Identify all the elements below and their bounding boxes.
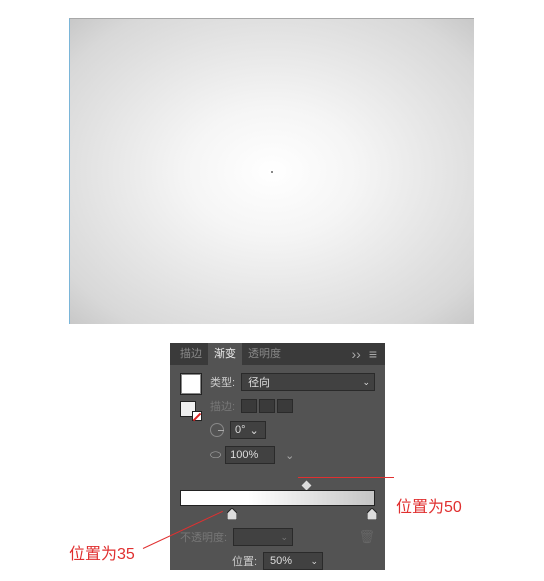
type-select[interactable]: 径向⌄ (241, 373, 375, 391)
chevron-down-icon: ⌄ (281, 532, 289, 543)
fill-stroke-swatch[interactable] (180, 401, 202, 421)
chevron-down-icon[interactable]: ⌄ (281, 449, 298, 462)
aspect-ratio-icon: ⬭ (210, 447, 219, 463)
annotation-line-right (298, 477, 394, 478)
tab-stroke[interactable]: 描边 (174, 343, 208, 365)
opacity-label: 不透明度: (180, 529, 227, 545)
gradient-panel: 描边 渐变 透明度 ›› ≡ 类型: 径向⌄ 描边: (170, 343, 385, 570)
chevron-down-icon: ⌄ (362, 377, 370, 388)
stroke-option-2[interactable] (259, 399, 275, 413)
trash-icon[interactable]: 🗑 (358, 529, 375, 545)
gradient-stop-left[interactable] (227, 508, 237, 520)
annotation-right: 位置为50 (396, 493, 462, 517)
chevron-down-icon: ⌄ (250, 424, 263, 437)
annotation-left: 位置为35 (69, 540, 135, 564)
opacity-input[interactable]: ⌄ (233, 528, 293, 546)
position-label: 位置: (232, 553, 257, 569)
type-label: 类型: (210, 374, 235, 390)
tab-transparency[interactable]: 透明度 (242, 343, 287, 365)
position-input[interactable]: 50%⌄ (263, 552, 323, 570)
aspect-input[interactable]: 100% (225, 446, 275, 464)
stroke-option-3[interactable] (277, 399, 293, 413)
tab-gradient[interactable]: 渐变 (208, 343, 242, 365)
midpoint-diamond[interactable] (301, 481, 311, 491)
collapse-icon[interactable]: ›› (348, 346, 365, 362)
gradient-ramp[interactable] (180, 490, 375, 506)
gradient-swatch[interactable] (180, 373, 202, 395)
chevron-down-icon: ⌄ (310, 556, 318, 567)
angle-dial-icon (210, 423, 224, 437)
gradient-stop-right[interactable] (367, 508, 377, 520)
panel-header: 描边 渐变 透明度 ›› ≡ (170, 343, 385, 365)
stroke-label: 描边: (210, 398, 235, 414)
stroke-option-1[interactable] (241, 399, 257, 413)
angle-input[interactable]: 0°⌄ (230, 421, 266, 439)
canvas-preview (69, 18, 474, 324)
panel-menu-icon[interactable]: ≡ (365, 346, 381, 362)
